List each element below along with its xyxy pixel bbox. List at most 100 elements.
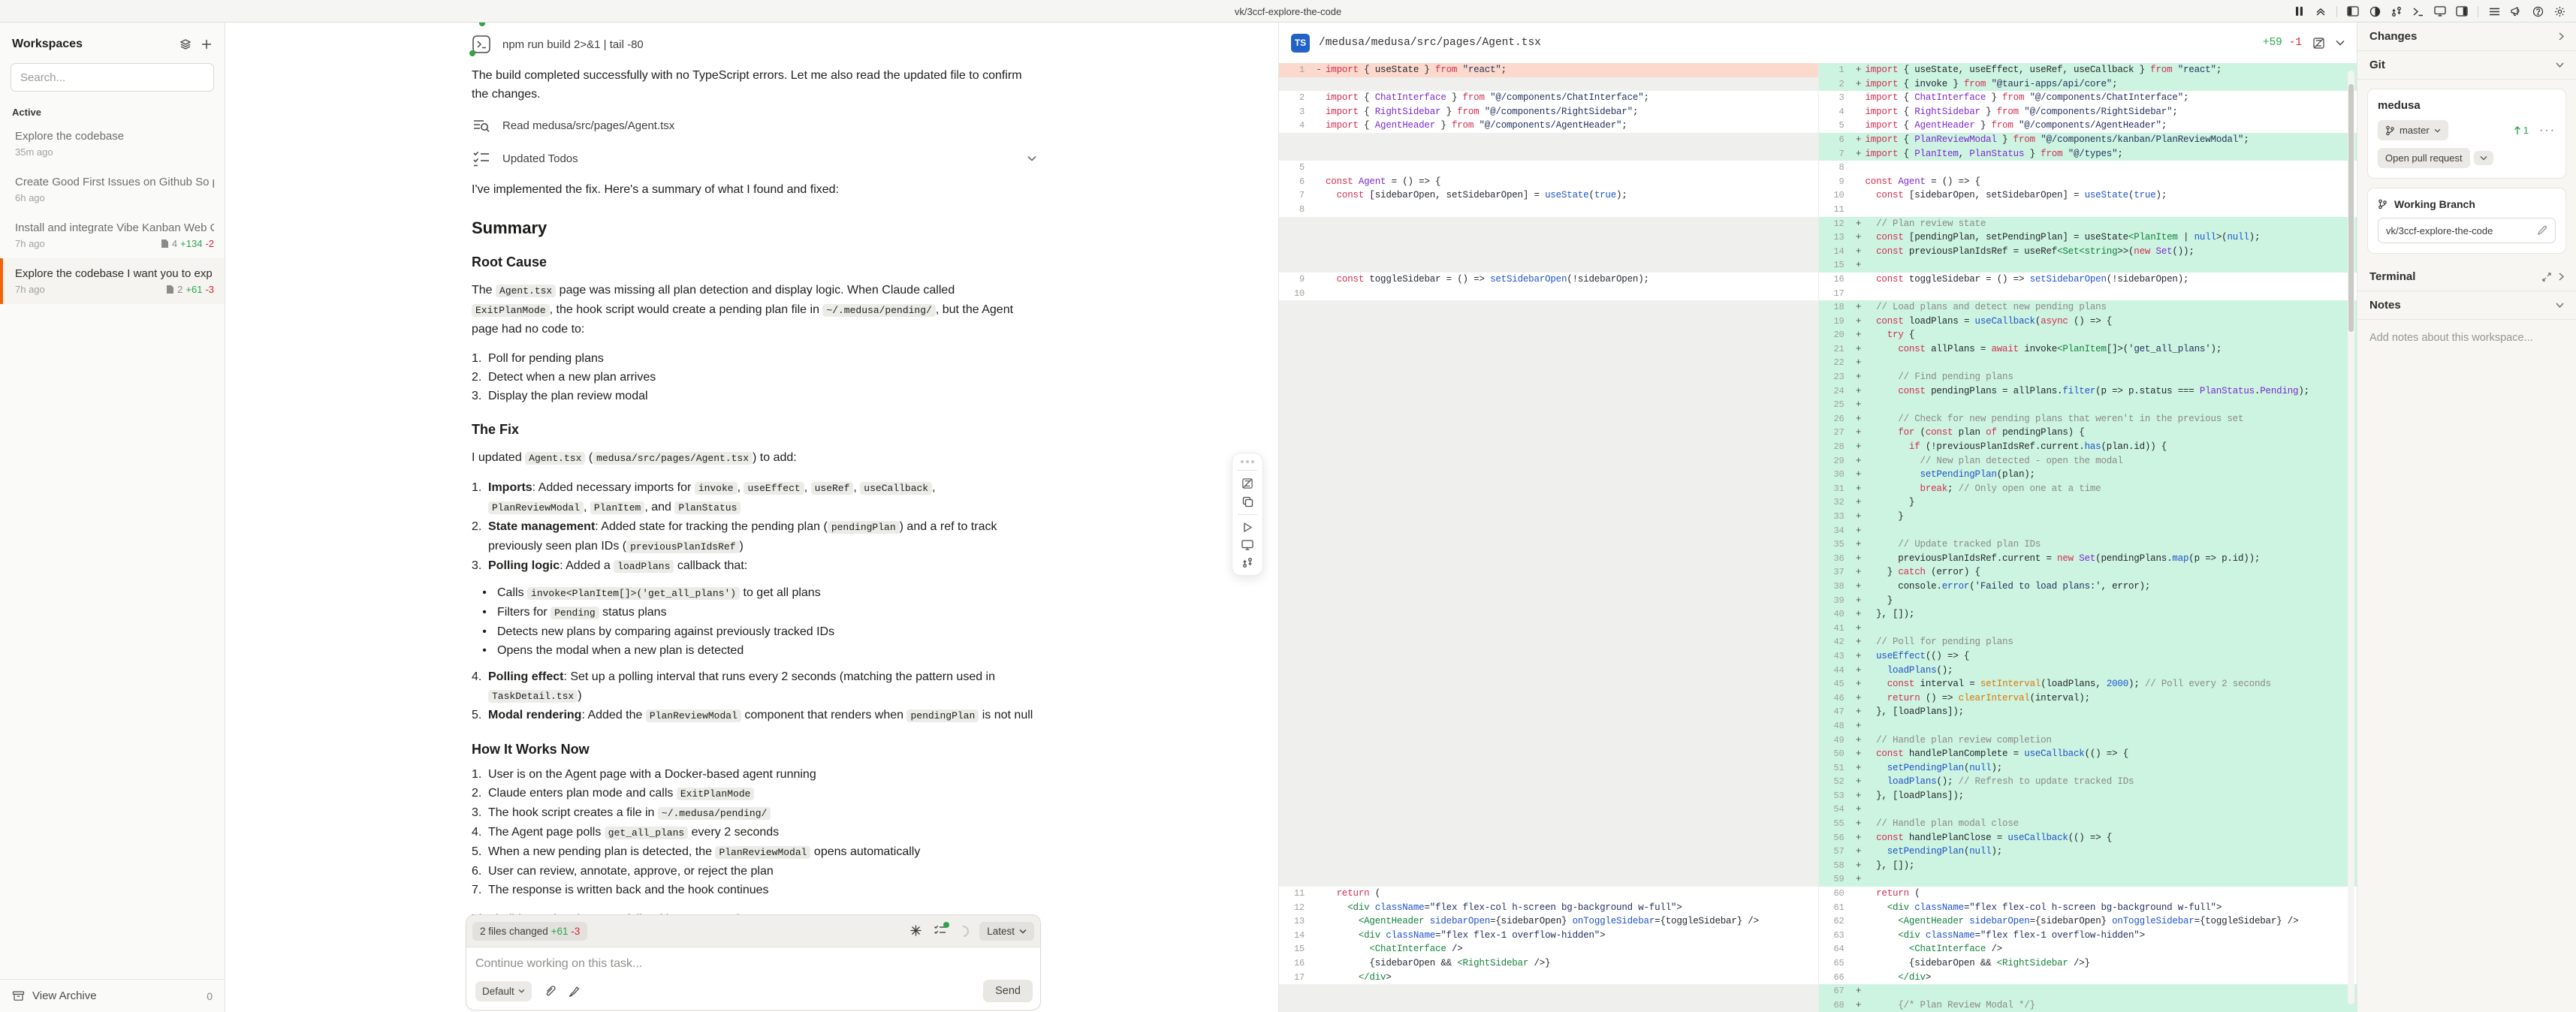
todos-status-icon[interactable] xyxy=(934,924,947,938)
code-text: import { PlanReviewModal } from "@/compo… xyxy=(1866,133,2357,147)
section-terminal[interactable]: Terminal xyxy=(2357,263,2576,291)
workspace-item[interactable]: Install and integrate Vibe Kanban Web C7… xyxy=(0,212,225,258)
git-compare-icon[interactable] xyxy=(2390,5,2403,17)
workspace-search[interactable] xyxy=(11,63,214,92)
add-workspace-icon[interactable] xyxy=(201,38,213,50)
line-number: 59 xyxy=(1819,872,1852,887)
diff-code-row: 56+ const handlePlanClose = useCallback(… xyxy=(1819,831,2357,845)
diff-sign: + xyxy=(1852,370,1866,384)
line-number: 52 xyxy=(1819,775,1852,789)
code-text: } xyxy=(1866,594,2357,608)
help-icon[interactable] xyxy=(2532,5,2544,17)
diff-sign: + xyxy=(1852,649,1866,664)
drag-handle-icon[interactable] xyxy=(1241,460,1254,463)
diff-sign: + xyxy=(1852,217,1866,231)
workspace-item[interactable]: Explore the codebase I want you to exp7h… xyxy=(0,258,225,304)
diff-placeholder-row xyxy=(1279,803,1818,817)
line-number: 41 xyxy=(1819,622,1852,636)
mode-dropdown[interactable]: Default xyxy=(475,981,532,1001)
diff-sign: + xyxy=(1852,859,1866,873)
inline-code: ExitPlanMode xyxy=(472,304,550,317)
diff-sign: + xyxy=(1852,817,1866,831)
send-button[interactable]: Send xyxy=(983,980,1033,1002)
code-text xyxy=(1866,872,2357,887)
code-text: // Poll for pending plans xyxy=(1866,635,2357,649)
diff-placeholder-row xyxy=(1279,230,1818,245)
code-text: try { xyxy=(1866,328,2357,342)
code-text: }, []); xyxy=(1866,859,2357,873)
diff-sign xyxy=(1852,91,1866,105)
menu-icon[interactable] xyxy=(2488,5,2500,17)
monitor-icon[interactable] xyxy=(2434,5,2446,17)
pause-icon[interactable] xyxy=(2293,5,2305,17)
sidebar-title: Workspaces xyxy=(12,38,170,51)
diff-code-row: 11 xyxy=(1819,203,2357,217)
diff-sign: + xyxy=(1852,789,1866,803)
panel-right-icon[interactable] xyxy=(2456,5,2468,17)
list-item: 1.User is on the Agent page with a Docke… xyxy=(472,765,1036,784)
megaphone-icon[interactable] xyxy=(2510,5,2522,17)
line-number: 65 xyxy=(1819,956,1852,971)
inline-code: medusa/src/pages/Agent.tsx xyxy=(593,452,753,465)
chevron-right-icon xyxy=(2559,32,2564,41)
diff-scrollbar xyxy=(2348,71,2354,1004)
list-item: 3.The hook script creates a file in ~/.m… xyxy=(472,803,1036,823)
diff-placeholder-row xyxy=(1279,998,1818,1012)
layers-icon[interactable] xyxy=(179,38,192,50)
collapse-up-icon[interactable] xyxy=(2315,5,2327,17)
workspace-item[interactable]: Explore the codebase35m ago xyxy=(0,121,225,167)
working-branch-input[interactable]: vk/3ccf-explore-the-code xyxy=(2378,218,2556,243)
chevron-down-icon xyxy=(1019,929,1027,934)
play-icon[interactable] xyxy=(1242,522,1253,533)
list-item: 5.When a new pending plan is detected, t… xyxy=(472,842,1036,862)
open-pull-request-button[interactable]: Open pull request xyxy=(2378,148,2470,168)
titlebar-icons xyxy=(2293,0,2565,23)
monitor-icon[interactable] xyxy=(1241,540,1253,550)
pr-options-dropdown[interactable] xyxy=(2474,151,2493,165)
git-compare-icon[interactable] xyxy=(1242,557,1253,568)
files-changed-badge[interactable]: 2 files changed +61 -3 xyxy=(472,922,587,941)
terminal-icon[interactable] xyxy=(2412,5,2424,17)
section-git[interactable]: Git xyxy=(2357,51,2576,80)
diff-placeholder-row xyxy=(1279,426,1818,440)
chevron-down-icon[interactable] xyxy=(1027,155,1036,161)
view-archive-button[interactable]: View Archive 0 xyxy=(0,979,225,1012)
active-section-label: Active xyxy=(0,99,225,121)
code-text: const allPlans = await invoke<PlanItem[]… xyxy=(1866,342,2357,357)
latest-dropdown[interactable]: Latest xyxy=(979,922,1034,941)
theme-icon[interactable] xyxy=(2369,5,2381,17)
tool-call-row[interactable]: Updated Todos xyxy=(472,147,1036,170)
diff-code-row: 18+ // Load plans and detect new pending… xyxy=(1819,300,2357,315)
copy-icon[interactable] xyxy=(1242,496,1253,508)
workspace-item[interactable]: Create Good First Issues on Github So p6… xyxy=(0,167,225,212)
section-changes[interactable]: Changes xyxy=(2357,23,2576,51)
collapse-diff-icon[interactable] xyxy=(2336,40,2345,46)
line-number: 8 xyxy=(1279,203,1312,217)
spark-icon[interactable] xyxy=(909,924,923,938)
message-input[interactable]: Continue working on this task... xyxy=(466,947,1040,975)
branch-dropdown[interactable]: master xyxy=(2378,120,2448,140)
diff-scrollbar-thumb[interactable] xyxy=(2348,84,2354,332)
panel-left-icon[interactable] xyxy=(2347,5,2359,17)
diff-code-row: 31+ break; // Only open one at a time xyxy=(1819,482,2357,496)
attach-icon[interactable] xyxy=(544,985,556,998)
tool-call-row[interactable]: Read medusa/src/pages/Agent.tsx xyxy=(472,114,1036,137)
edit-pencil-icon[interactable] xyxy=(2537,225,2547,236)
diff-code-row: 15 <ChatInterface /> xyxy=(1279,942,1818,956)
no-format-icon[interactable] xyxy=(1241,477,1253,489)
line-number: 11 xyxy=(1819,203,1852,217)
expand-icon[interactable] xyxy=(2542,273,2551,282)
diff-sign: + xyxy=(1852,538,1866,552)
diff-code-row: 36+ previousPlanIdsRef.current = new Set… xyxy=(1819,552,2357,566)
gear-icon[interactable] xyxy=(2553,5,2565,17)
diff-view-toggle-icon[interactable] xyxy=(2312,37,2325,50)
annotate-pen-icon[interactable] xyxy=(568,985,581,998)
more-options-icon[interactable]: ··· xyxy=(2539,124,2556,137)
diff-code-row: 17 xyxy=(1819,287,2357,301)
search-input[interactable] xyxy=(20,71,204,84)
code-text xyxy=(1866,203,2357,217)
notes-input[interactable]: Add notes about this workspace... xyxy=(2357,320,2576,356)
line-number: 5 xyxy=(1279,161,1312,175)
tool-call-row[interactable]: npm run build 2>&1 | tail -80 xyxy=(472,33,1036,56)
section-notes[interactable]: Notes xyxy=(2357,291,2576,320)
